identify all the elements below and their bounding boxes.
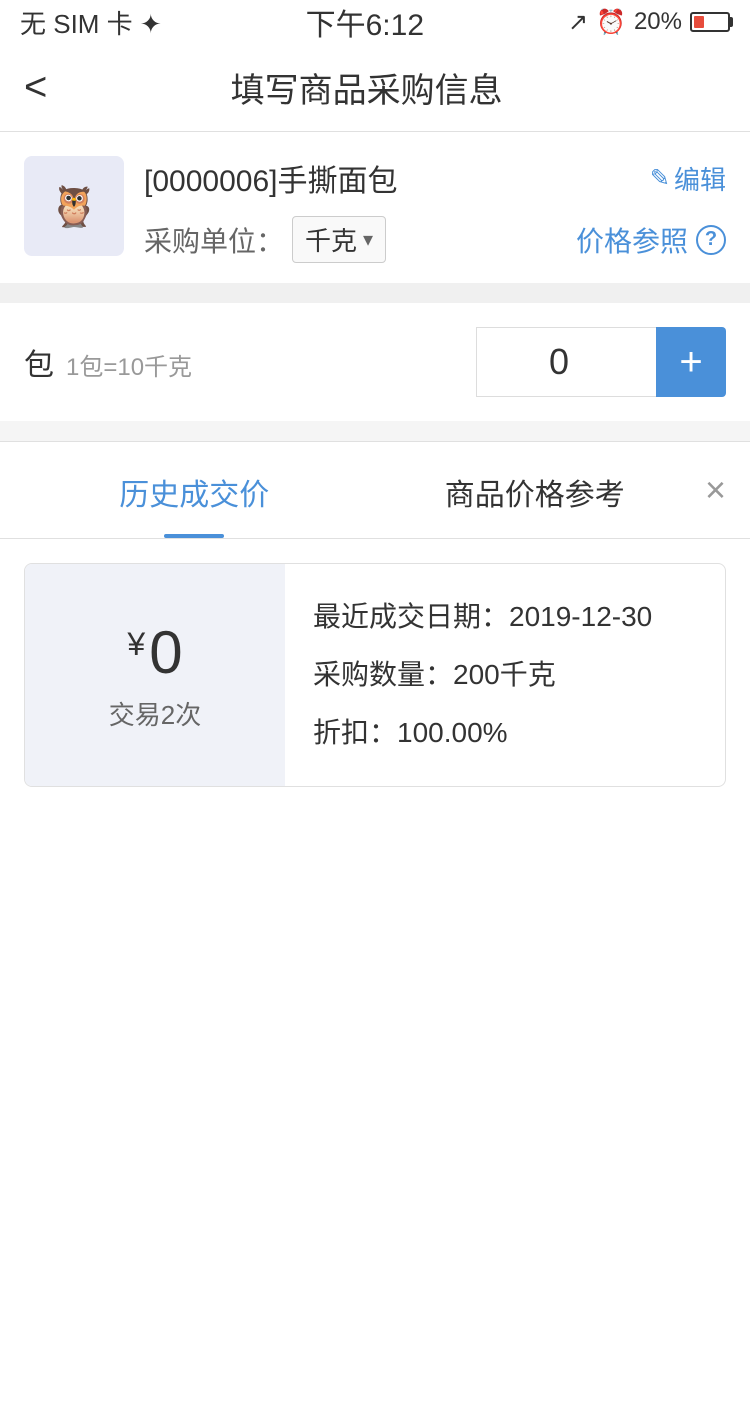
nav-bar: < 填写商品采购信息 bbox=[0, 44, 750, 132]
tab-bar: 历史成交价 商品价格参考 × bbox=[0, 442, 750, 539]
purchase-qty-label: 采购数量： bbox=[313, 659, 453, 690]
quantity-unit: 包 bbox=[24, 340, 54, 384]
quantity-input[interactable] bbox=[476, 327, 656, 397]
quantity-input-area: + bbox=[476, 327, 726, 397]
product-section: 🦉 [0000006]手撕面包 ✎ 编辑 采购单位： 千克 ▾ bbox=[0, 132, 750, 283]
purchase-qty-row: 采购数量：200千克 bbox=[313, 654, 697, 696]
tab-close-button[interactable]: × bbox=[705, 449, 726, 531]
quantity-section: 包 1包=10千克 + bbox=[0, 303, 750, 421]
price-details: 最近成交日期：2019-12-30 采购数量：200千克 折扣：100.00% bbox=[285, 564, 725, 786]
trade-count: 交易2次 bbox=[109, 695, 201, 732]
unit-label: 采购单位： bbox=[144, 220, 284, 260]
product-image: 🦉 bbox=[24, 156, 124, 256]
tab-section: 历史成交价 商品价格参考 × ¥ 0 交易2次 最近成交日期：2019-12-3… bbox=[0, 441, 750, 811]
status-left: 无 SIM 卡 ✦ bbox=[20, 4, 162, 41]
alarm-icon: ⏰ bbox=[596, 8, 626, 37]
sim-status: 无 SIM 卡 ✦ bbox=[20, 4, 162, 41]
edit-label: 编辑 bbox=[674, 160, 726, 197]
currency-symbol: ¥ bbox=[127, 626, 145, 663]
edit-button[interactable]: ✎ 编辑 bbox=[650, 160, 726, 197]
product-info: [0000006]手撕面包 ✎ 编辑 采购单位： 千克 ▾ 价格参照 ? bbox=[144, 156, 726, 263]
battery-indicator bbox=[690, 12, 730, 32]
product-name: [0000006]手撕面包 bbox=[144, 156, 397, 200]
product-thumbnail-icon: 🦉 bbox=[49, 183, 99, 230]
battery-percent: 20% bbox=[634, 8, 682, 36]
recent-date-label: 最近成交日期： bbox=[313, 601, 509, 632]
discount-row: 折扣：100.00% bbox=[313, 712, 697, 754]
recent-date-value: 2019-12-30 bbox=[509, 601, 652, 632]
status-bar: 无 SIM 卡 ✦ 下午6:12 ↗ ⏰ 20% bbox=[0, 0, 750, 44]
price-content-area: ¥ 0 交易2次 最近成交日期：2019-12-30 采购数量：200千克 折扣… bbox=[0, 539, 750, 811]
price-ref-label: 价格参照 bbox=[576, 220, 688, 260]
unit-select[interactable]: 千克 ▾ bbox=[292, 216, 386, 263]
bottom-space bbox=[0, 811, 750, 1411]
tab-product-price-ref[interactable]: 商品价格参考 bbox=[364, 442, 704, 538]
discount-value: 100.00% bbox=[397, 717, 508, 748]
page-title: 填写商品采购信息 bbox=[67, 63, 666, 112]
edit-icon: ✎ bbox=[650, 164, 670, 193]
price-summary: ¥ 0 交易2次 bbox=[25, 564, 285, 786]
unit-value: 千克 bbox=[305, 221, 357, 258]
section-divider bbox=[0, 283, 750, 303]
recent-date-row: 最近成交日期：2019-12-30 bbox=[313, 596, 697, 638]
price-number: 0 bbox=[149, 618, 182, 687]
quantity-label-area: 包 1包=10千克 bbox=[24, 340, 192, 384]
chevron-down-icon: ▾ bbox=[363, 227, 373, 252]
location-icon: ↗ bbox=[568, 8, 588, 37]
quantity-conversion: 1包=10千克 bbox=[66, 347, 192, 382]
info-icon: ? bbox=[696, 225, 726, 255]
price-card: ¥ 0 交易2次 最近成交日期：2019-12-30 采购数量：200千克 折扣… bbox=[24, 563, 726, 787]
status-right: ↗ ⏰ 20% bbox=[568, 8, 730, 37]
quantity-plus-button[interactable]: + bbox=[656, 327, 726, 397]
back-button[interactable]: < bbox=[24, 65, 67, 110]
price-amount: ¥ 0 bbox=[127, 618, 182, 687]
tab-history-price[interactable]: 历史成交价 bbox=[24, 442, 364, 538]
price-reference-button[interactable]: 价格参照 ? bbox=[576, 220, 726, 260]
status-time: 下午6:12 bbox=[306, 0, 424, 44]
purchase-qty-value: 200千克 bbox=[453, 659, 556, 690]
discount-label: 折扣： bbox=[313, 717, 397, 748]
